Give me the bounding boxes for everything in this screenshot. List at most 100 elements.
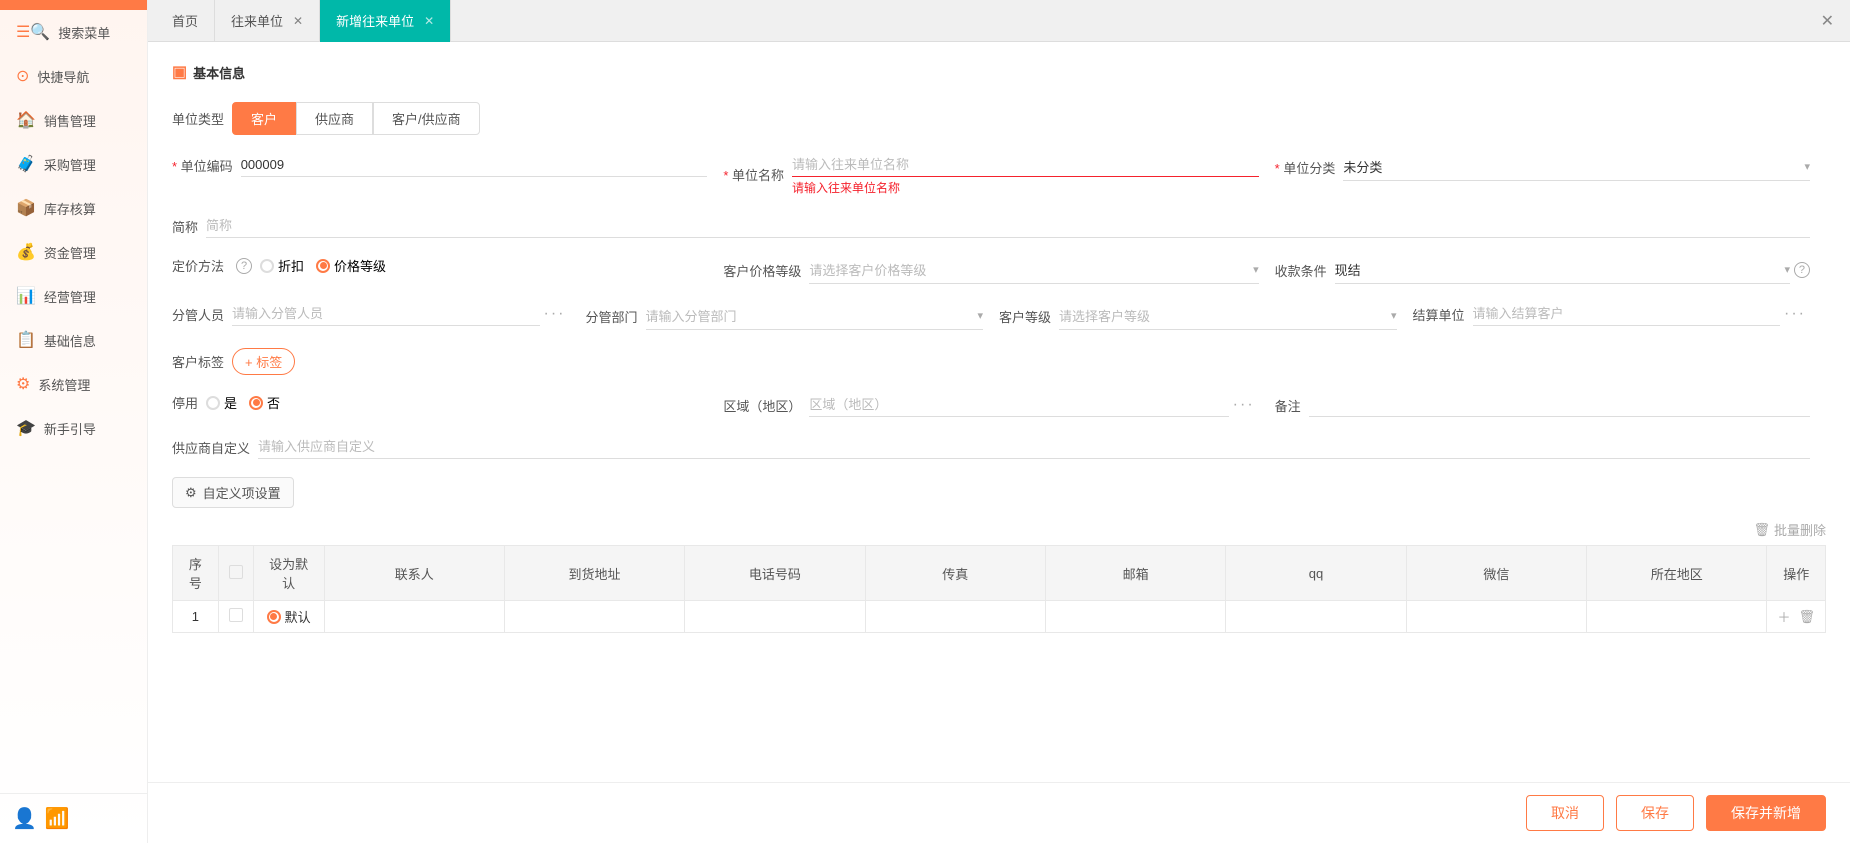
delete-row-icon[interactable]: 🗑	[1798, 609, 1815, 625]
close-tab-new-partner[interactable]: ✕	[424, 14, 434, 28]
row-checkbox[interactable]	[229, 608, 243, 622]
manager-more-icon[interactable]: ···	[540, 305, 570, 323]
department-field: 分管部门 请输入分管部门 ▾	[586, 302, 984, 330]
col-address: 到货地址	[504, 546, 684, 601]
select-all-checkbox[interactable]	[229, 565, 243, 579]
unit-category-select[interactable]: 未分类 ▾	[1343, 153, 1810, 181]
tab-partners[interactable]: 往来单位 ✕	[215, 0, 320, 42]
system-icon: ⚙	[16, 374, 30, 394]
tab-bar: 首页 往来单位 ✕ 新增往来单位 ✕ ✕	[148, 0, 1850, 42]
row-fax[interactable]	[865, 601, 1045, 633]
settlement-input[interactable]	[1473, 302, 1781, 326]
payment-help-icon[interactable]: ?	[1794, 262, 1810, 278]
disabled-row: 停用 是 否 区域（地区） ··· 备注	[172, 393, 1826, 417]
tab-new-partner[interactable]: 新增往来单位 ✕	[320, 0, 451, 42]
add-tag-button[interactable]: + 标签	[232, 348, 295, 375]
row-wechat[interactable]	[1406, 601, 1586, 633]
sidebar-item-operations[interactable]: 📊 经营管理	[0, 274, 147, 318]
payment-field: 收款条件 现结 ▾ ?	[1275, 256, 1810, 284]
row-phone[interactable]	[685, 601, 865, 633]
row-action-cell: ＋ 🗑	[1767, 601, 1826, 633]
region-label: 区域（地区）	[723, 396, 801, 415]
tab-home[interactable]: 首页	[156, 0, 215, 42]
sidebar-item-guide[interactable]: 🎓 新手引导	[0, 406, 147, 450]
unit-code-input[interactable]	[241, 153, 708, 177]
save-new-button[interactable]: 保存并新增	[1706, 795, 1826, 831]
manager-input[interactable]	[232, 302, 540, 326]
contact-input[interactable]	[335, 609, 494, 624]
sidebar-item-purchase[interactable]: 🧳 采购管理	[0, 142, 147, 186]
settlement-label: 结算单位	[1413, 305, 1465, 324]
region-field: 区域（地区） ···	[723, 393, 1258, 417]
sidebar-item-quick-nav[interactable]: ⊙ 快捷导航	[0, 54, 147, 98]
qq-input[interactable]	[1236, 609, 1395, 624]
close-all-tabs[interactable]: ✕	[1813, 11, 1842, 31]
sidebar-item-search[interactable]: ☰🔍 搜索菜单	[0, 10, 147, 54]
table-body: 1 默认	[173, 601, 1826, 633]
col-wechat: 微信	[1406, 546, 1586, 601]
sidebar-item-inventory[interactable]: 📦 库存核算	[0, 186, 147, 230]
type-btn-supplier[interactable]: 供应商	[296, 102, 373, 135]
type-btn-both[interactable]: 客户/供应商	[373, 102, 480, 135]
payment-select[interactable]: 现结 ▾	[1335, 256, 1790, 284]
region-more-icon[interactable]: ···	[1229, 396, 1259, 414]
row-default-radio[interactable]: 默认	[264, 607, 314, 626]
unit-name-input[interactable]	[792, 153, 1259, 177]
address-input[interactable]	[515, 609, 674, 624]
unit-name-error: 请输入往来单位名称	[792, 179, 1259, 196]
col-qq: qq	[1226, 546, 1406, 601]
sidebar-item-system[interactable]: ⚙ 系统管理	[0, 362, 147, 406]
sidebar-item-sales[interactable]: 🏠 销售管理	[0, 98, 147, 142]
settlement-more-icon[interactable]: ···	[1780, 305, 1810, 323]
settings-bottom-icon[interactable]: 📶	[45, 806, 70, 831]
home-icon: ⊙	[16, 66, 29, 86]
pricing-radio-level[interactable]: 价格等级	[316, 256, 386, 275]
row-qq[interactable]	[1226, 601, 1406, 633]
save-button[interactable]: 保存	[1616, 795, 1694, 831]
batch-delete-label[interactable]: 批量删除	[1774, 520, 1826, 539]
sidebar: ☰🔍 搜索菜单 ⊙ 快捷导航 🏠 销售管理 🧳 采购管理 📦 库存核算 💰 资金…	[0, 0, 148, 843]
close-tab-partners[interactable]: ✕	[293, 14, 303, 28]
unit-name-field: 单位名称 请输入往来单位名称	[723, 153, 1258, 196]
customer-price-select[interactable]: 请选择客户价格等级 ▾	[809, 256, 1258, 284]
main-area: 首页 往来单位 ✕ 新增往来单位 ✕ ✕ ▣ 基本信息 单位类型 客户 供应商	[148, 0, 1850, 843]
disabled-yes[interactable]: 是	[206, 393, 237, 412]
table-row: 1 默认	[173, 601, 1826, 633]
sidebar-item-finance[interactable]: 💰 资金管理	[0, 230, 147, 274]
row-region-input[interactable]	[1597, 609, 1756, 624]
col-action: 操作	[1767, 546, 1826, 601]
short-name-label: 简称	[172, 217, 198, 236]
row-email[interactable]	[1045, 601, 1225, 633]
department-select[interactable]: 请输入分管部门 ▾	[646, 302, 983, 330]
pricing-radio-level-circle	[316, 259, 330, 273]
customer-price-field: 客户价格等级 请选择客户价格等级 ▾	[723, 256, 1258, 284]
manager-label: 分管人员	[172, 305, 224, 324]
cancel-button[interactable]: 取消	[1526, 795, 1604, 831]
supplier-custom-input[interactable]	[258, 435, 1810, 459]
phone-input[interactable]	[695, 609, 854, 624]
short-name-input[interactable]	[206, 214, 1810, 238]
disabled-no[interactable]: 否	[249, 393, 280, 412]
form-footer: 取消 保存 保存并新增	[148, 782, 1850, 843]
expand-icon[interactable]: 👤	[12, 806, 37, 831]
pricing-help-icon[interactable]: ?	[236, 258, 252, 274]
disabled-no-circle	[249, 396, 263, 410]
email-input[interactable]	[1056, 609, 1215, 624]
remark-input[interactable]	[1309, 393, 1810, 417]
add-row-icon[interactable]: ＋	[1777, 607, 1790, 626]
row-region[interactable]	[1587, 601, 1767, 633]
pricing-radio-discount[interactable]: 折扣	[260, 256, 304, 275]
department-chevron: ▾	[977, 309, 983, 322]
region-input[interactable]	[809, 393, 1228, 417]
fax-input[interactable]	[876, 609, 1035, 624]
custom-settings-button[interactable]: ⚙ 自定义项设置	[172, 477, 294, 508]
type-btn-customer[interactable]: 客户	[232, 102, 296, 135]
search-icon: ☰🔍	[16, 22, 50, 42]
customer-level-select[interactable]: 请选择客户等级 ▾	[1059, 302, 1396, 330]
sidebar-item-basic-info[interactable]: 📋 基础信息	[0, 318, 147, 362]
row-contact[interactable]	[324, 601, 504, 633]
sidebar-bottom: 👤 📶	[0, 793, 147, 843]
unit-name-wrap: 请输入往来单位名称	[792, 153, 1259, 196]
wechat-input[interactable]	[1417, 609, 1576, 624]
row-address[interactable]	[504, 601, 684, 633]
